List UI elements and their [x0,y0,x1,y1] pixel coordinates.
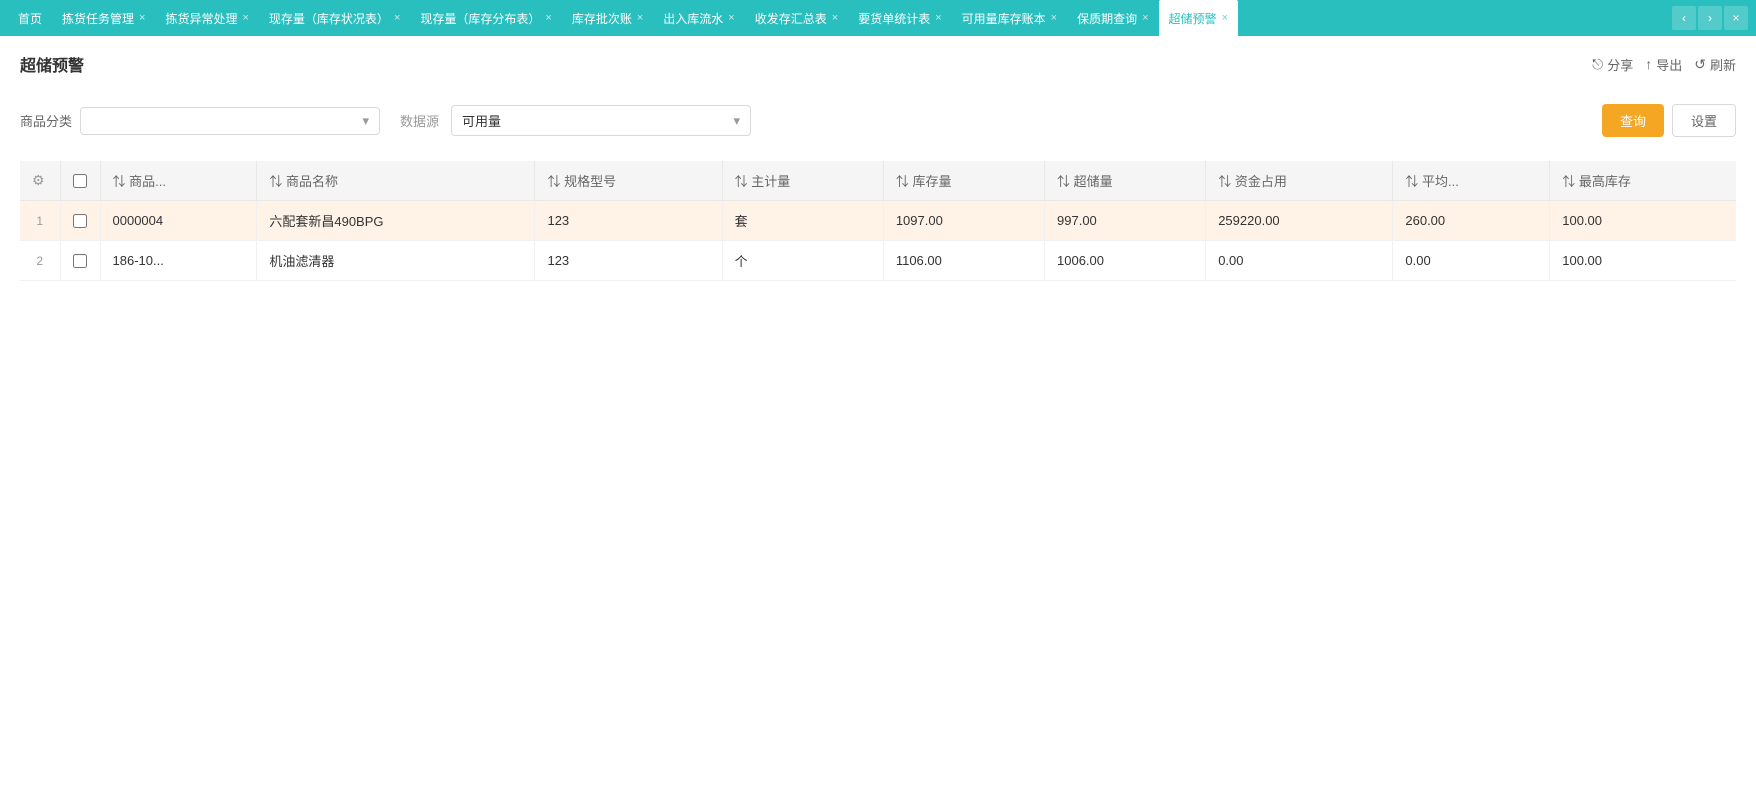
row-max-stock: 100.00 [1550,241,1736,281]
col-header-capital[interactable]: ⇅ 资金占用 [1206,161,1393,201]
nav-item-order-stats[interactable]: 要货单统计表 × [848,0,951,36]
close-icon[interactable]: × [242,12,248,24]
table-row: 1 0000004 六配套新昌490BPG 123 套 1097.00 997.… [20,201,1736,241]
row-index: 1 [36,214,43,228]
nav-item-available-stock[interactable]: 可用量库存账本 × [952,0,1067,36]
data-table: ⚙ ⇅ 商品... ⇅ 商品名称 ⇅ 规格型号 ⇅ 主计量 [20,161,1736,281]
close-icon[interactable]: × [139,12,145,24]
col-header-settings[interactable]: ⚙ [20,161,60,201]
nav-item-exception[interactable]: 拣货异常处理 × [155,0,258,36]
row-checkbox-cell[interactable] [60,201,100,241]
row-spec: 123 [535,241,722,281]
export-icon: ↑ [1645,56,1652,72]
query-button[interactable]: 查询 [1602,104,1664,137]
refresh-action[interactable]: ↺ 刷新 [1694,55,1736,74]
page-title: 超储预警 [20,52,84,76]
header-actions: ⎋ 分享 ↑ 导出 ↺ 刷新 [1592,55,1736,74]
col-header-max-stock[interactable]: ⇅ 最高库存 [1550,161,1736,201]
chevron-down-icon: ▾ [362,113,369,129]
row-avg: 260.00 [1393,201,1550,241]
data-source-select[interactable]: 可用量 ▾ [451,105,751,136]
col-header-over-stock[interactable]: ⇅ 超储量 [1045,161,1206,201]
nav-item-summary[interactable]: 收发存汇总表 × [745,0,848,36]
col-header-product-name[interactable]: ⇅ 商品名称 [257,161,535,201]
top-navigation: 首页 拣货任务管理 × 拣货异常处理 × 现存量（库存状况表） × 现存量（库存… [0,0,1756,36]
row-over-stock: 1006.00 [1045,241,1206,281]
close-icon[interactable]: × [935,12,941,24]
close-icon[interactable]: × [1051,12,1057,24]
table-row: 2 186-10... 机油滤清器 123 个 1106.00 1006.00 … [20,241,1736,281]
row-capital: 259220.00 [1206,201,1393,241]
nav-item-overstock[interactable]: 超储预警 × [1159,0,1238,36]
row-settings-cell: 2 [20,241,60,281]
nav-item-batch[interactable]: 库存批次账 × [562,0,653,36]
col-header-unit[interactable]: ⇅ 主计量 [722,161,883,201]
row-product-code: 0000004 [100,201,257,241]
row-stock: 1106.00 [883,241,1044,281]
filter-actions: 查询 设置 [1602,104,1736,137]
col-header-avg[interactable]: ⇅ 平均... [1393,161,1550,201]
gear-icon[interactable]: ⚙ [32,172,45,188]
row-product-name: 机油滤清器 [257,241,535,281]
row-product-code: 186-10... [100,241,257,281]
product-category-select[interactable]: ▾ [80,107,380,135]
close-icon[interactable]: × [728,12,734,24]
close-icon[interactable]: × [637,12,643,24]
share-icon: ⎋ [1592,56,1603,73]
row-unit: 套 [722,201,883,241]
data-source-value: 可用量 [462,111,501,130]
col-header-stock[interactable]: ⇅ 库存量 [883,161,1044,201]
refresh-icon: ↺ [1694,56,1706,73]
row-checkbox-cell[interactable] [60,241,100,281]
row-unit: 个 [722,241,883,281]
product-category-filter: 商品分类 ▾ [20,107,380,135]
col-header-product-code[interactable]: ⇅ 商品... [100,161,257,201]
chevron-down-icon: ▾ [734,113,741,129]
row-stock: 1097.00 [883,201,1044,241]
select-all-checkbox[interactable] [73,174,87,188]
nav-item-expiry[interactable]: 保质期查询 × [1067,0,1158,36]
row-max-stock: 100.00 [1550,201,1736,241]
row-capital: 0.00 [1206,241,1393,281]
data-source-label: 数据源 [400,111,439,130]
product-category-label: 商品分类 [20,111,72,130]
row-over-stock: 997.00 [1045,201,1206,241]
nav-arrow-left[interactable]: ‹ [1672,6,1696,30]
nav-arrow-close[interactable]: × [1724,6,1748,30]
main-content: 超储预警 ⎋ 分享 ↑ 导出 ↺ 刷新 商品分类 ▾ 数据源 [0,36,1756,800]
nav-item-inventory-status[interactable]: 现存量（库存状况表） × [259,0,410,36]
close-icon[interactable]: × [394,12,400,24]
close-icon[interactable]: × [1222,12,1228,24]
nav-arrows: ‹ › × [1670,6,1748,30]
settings-button[interactable]: 设置 [1672,104,1736,137]
table-header-row: ⚙ ⇅ 商品... ⇅ 商品名称 ⇅ 规格型号 ⇅ 主计量 [20,161,1736,201]
export-action[interactable]: ↑ 导出 [1645,55,1682,74]
row-product-name: 六配套新昌490BPG [257,201,535,241]
filter-row: 商品分类 ▾ 数据源 可用量 ▾ 查询 设置 [20,92,1736,149]
nav-item-task-mgmt[interactable]: 拣货任务管理 × [52,0,155,36]
col-header-spec[interactable]: ⇅ 规格型号 [535,161,722,201]
data-source-filter: 数据源 可用量 ▾ [400,105,751,136]
nav-item-inventory-dist[interactable]: 现存量（库存分布表） × [410,0,561,36]
page-header: 超储预警 ⎋ 分享 ↑ 导出 ↺ 刷新 [20,52,1736,76]
row-checkbox[interactable] [73,254,87,268]
close-icon[interactable]: × [832,12,838,24]
row-checkbox[interactable] [73,214,87,228]
nav-item-home[interactable]: 首页 [8,0,52,36]
close-icon[interactable]: × [1142,12,1148,24]
nav-item-inout-flow[interactable]: 出入库流水 × [653,0,744,36]
col-header-checkbox[interactable] [60,161,100,201]
share-action[interactable]: ⎋ 分享 [1592,55,1633,74]
row-settings-cell: 1 [20,201,60,241]
row-spec: 123 [535,201,722,241]
row-avg: 0.00 [1393,241,1550,281]
close-icon[interactable]: × [545,12,551,24]
row-index: 2 [36,254,43,268]
nav-arrow-right[interactable]: › [1698,6,1722,30]
